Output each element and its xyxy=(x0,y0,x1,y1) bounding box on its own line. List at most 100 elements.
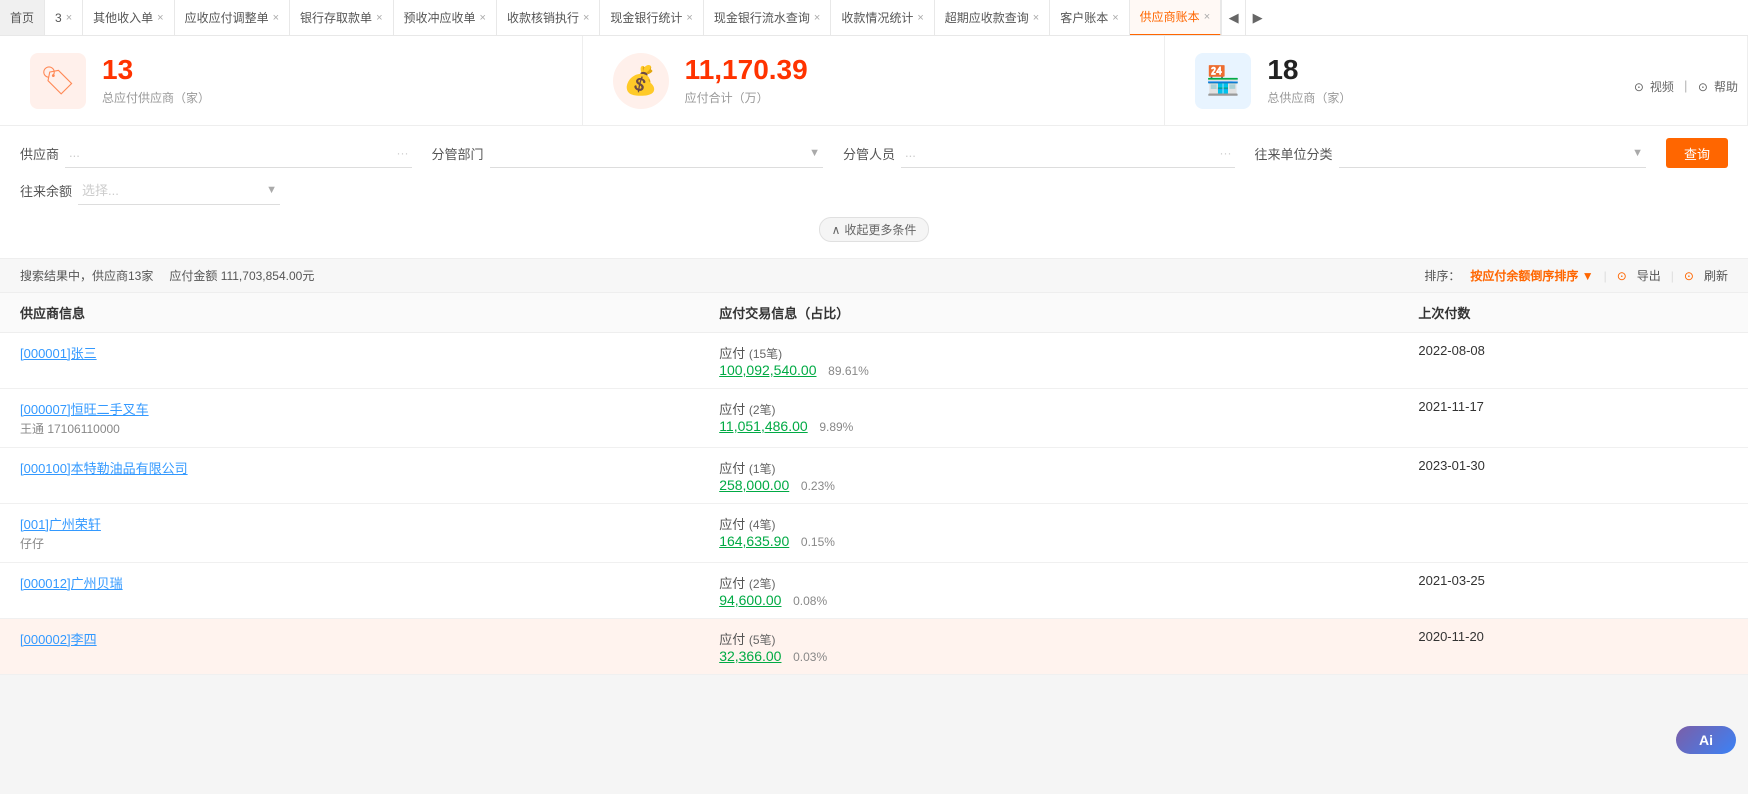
supplier-sub-1: 王通 17106110000 xyxy=(20,420,679,437)
summary-bar: 🏷 13 总应付供应商（家） 💰 11,170.39 应付合计（万） 🏪 18 … xyxy=(0,36,1748,126)
nav-tab-9[interactable]: 收款情况统计 × xyxy=(831,0,934,36)
tab-close-9[interactable]: × xyxy=(917,12,923,24)
amount-link-4[interactable]: 94,600.00 xyxy=(719,592,781,608)
nav-prev[interactable]: ◀ xyxy=(1221,0,1245,36)
tab-close-11[interactable]: × xyxy=(1112,12,1118,24)
tab-close-6[interactable]: × xyxy=(583,12,589,24)
tx-cell-4: 应付 (2笔) 94,600.00 0.08% xyxy=(699,563,1398,619)
tab-label-1: 3 xyxy=(55,11,62,25)
nav-tab-0[interactable]: 首页 xyxy=(0,0,45,36)
supplier-search-icon[interactable]: ··· xyxy=(394,146,412,160)
divider2: | xyxy=(1604,269,1607,283)
tab-close-7[interactable]: × xyxy=(686,12,692,24)
supplier-input[interactable] xyxy=(65,139,393,167)
nav-next[interactable]: ▶ xyxy=(1245,0,1269,36)
collapse-bar: ∧ 收起更多条件 xyxy=(20,213,1728,250)
sort-down-icon: ▼ xyxy=(1582,269,1594,283)
ai-badge[interactable]: Ai xyxy=(1676,726,1736,754)
filter-category: 往来单位分类 ▼ xyxy=(1255,139,1647,168)
tab-label-7: 现金银行统计 xyxy=(610,9,682,26)
divider3: | xyxy=(1671,269,1674,283)
tx-cell-5: 应付 (5笔) 32,366.00 0.03% xyxy=(699,619,1398,675)
refresh-button[interactable]: 刷新 xyxy=(1704,267,1728,284)
tab-close-1[interactable]: × xyxy=(66,12,72,24)
nav-tab-10[interactable]: 超期应收款查询 × xyxy=(935,0,1050,36)
category-input-wrapper: ▼ xyxy=(1339,139,1646,168)
tab-label-8: 现金银行流水查询 xyxy=(714,9,810,26)
summary-card-suppliers: 🏷 13 总应付供应商（家） xyxy=(0,36,583,125)
supplier-link-4[interactable]: [000012]广州贝瑞 xyxy=(20,576,123,591)
nav-tab-1[interactable]: 3 × xyxy=(45,0,83,36)
th-tx: 应付交易信息（占比） xyxy=(699,293,1398,333)
person-input[interactable] xyxy=(901,139,1216,167)
tx-amount-row-0: 100,092,540.00 89.61% xyxy=(719,362,1378,378)
summary-text-amount: 11,170.39 应付合计（万） xyxy=(685,55,808,107)
tab-close-10[interactable]: × xyxy=(1033,12,1039,24)
result-text1: 搜索结果中，供应商13家 xyxy=(20,267,153,284)
nav-tab-12[interactable]: 供应商账本 × xyxy=(1130,0,1221,36)
nav-tab-8[interactable]: 现金银行流水查询 × xyxy=(704,0,831,36)
supplier-link-2[interactable]: [000100]本特勒油品有限公司 xyxy=(20,461,188,476)
amount-link-1[interactable]: 11,051,486.00 xyxy=(719,418,808,434)
supplier-cell-1: [000007]恒旺二手叉车王通 17106110000 xyxy=(0,389,699,448)
nav-tab-3[interactable]: 应收应付调整单 × xyxy=(175,0,290,36)
supplier-link-0[interactable]: [000001]张三 xyxy=(20,346,97,361)
result-bar-left: 搜索结果中，供应商13家 应付金额 111,703,854.00元 xyxy=(20,267,314,284)
export-button[interactable]: 导出 xyxy=(1637,267,1661,284)
sort-label: 排序： xyxy=(1424,267,1460,284)
filter-bar: 供应商 ··· 分管部门 ▼ 分管人员 ··· xyxy=(0,126,1748,259)
filter-supplier: 供应商 ··· xyxy=(20,139,412,168)
collapse-button[interactable]: ∧ 收起更多条件 xyxy=(819,217,930,242)
filter-row-2: 往来余额 ▼ xyxy=(20,176,1728,205)
amount-link-0[interactable]: 100,092,540.00 xyxy=(719,362,816,378)
top-nav: 首页3 ×其他收入单 ×应收应付调整单 ×银行存取款单 ×预收冲应收单 ×收款核… xyxy=(0,0,1748,36)
amount-link-5[interactable]: 32,366.00 xyxy=(719,648,781,664)
amount-link-3[interactable]: 164,635.90 xyxy=(719,533,789,549)
table-row: [000002]李四 应付 (5笔) 32,366.00 0.03% 2020-… xyxy=(0,619,1748,675)
last-payment-cell-2: 2023-01-30 xyxy=(1398,448,1748,504)
last-payment-cell-1: 2021-11-17 xyxy=(1398,389,1748,448)
balance-dropdown-icon[interactable]: ▼ xyxy=(263,184,280,196)
tab-close-4[interactable]: × xyxy=(376,12,382,24)
table-row: [000100]本特勒油品有限公司 应付 (1笔) 258,000.00 0.2… xyxy=(0,448,1748,504)
sort-value[interactable]: 按应付余额倒序排序 ▼ xyxy=(1470,267,1593,284)
tab-close-5[interactable]: × xyxy=(480,12,486,24)
pct-5: 0.03% xyxy=(793,650,827,664)
balance-input[interactable] xyxy=(78,176,263,204)
tx-cell-2: 应付 (1笔) 258,000.00 0.23% xyxy=(699,448,1398,504)
table-row: [000001]张三 应付 (15笔) 100,092,540.00 89.61… xyxy=(0,333,1748,389)
tab-close-2[interactable]: × xyxy=(157,12,163,24)
search-button[interactable]: 查询 xyxy=(1666,138,1728,168)
supplier-link-5[interactable]: [000002]李四 xyxy=(20,632,97,647)
nav-tab-7[interactable]: 现金银行统计 × xyxy=(600,0,703,36)
supplier-link-3[interactable]: [001]广州荣轩 xyxy=(20,517,101,532)
nav-tab-2[interactable]: 其他收入单 × xyxy=(83,0,174,36)
nav-tab-4[interactable]: 银行存取款单 × xyxy=(290,0,393,36)
collapse-up-icon: ∧ xyxy=(832,223,841,237)
dept-dropdown-icon[interactable]: ▼ xyxy=(806,147,823,159)
last-payment-cell-4: 2021-03-25 xyxy=(1398,563,1748,619)
help-link[interactable]: 帮助 xyxy=(1714,78,1738,95)
person-search-icon[interactable]: ··· xyxy=(1217,146,1235,160)
category-input[interactable] xyxy=(1339,139,1630,167)
money-icon: 💰 xyxy=(613,53,669,109)
tx-cell-1: 应付 (2笔) 11,051,486.00 9.89% xyxy=(699,389,1398,448)
tab-label-12: 供应商账本 xyxy=(1140,8,1200,25)
pct-0: 89.61% xyxy=(828,364,869,378)
nav-tab-11[interactable]: 客户账本 × xyxy=(1050,0,1129,36)
pct-3: 0.15% xyxy=(801,535,835,549)
amount-link-2[interactable]: 258,000.00 xyxy=(719,477,789,493)
table-container: 供应商信息 应付交易信息（占比） 上次付数 [000001]张三 应付 (15笔… xyxy=(0,293,1748,675)
nav-tab-5[interactable]: 预收冲应收单 × xyxy=(394,0,497,36)
supplier-link-1[interactable]: [000007]恒旺二手叉车 xyxy=(20,402,149,417)
dept-input[interactable] xyxy=(490,139,807,167)
video-link[interactable]: 视频 xyxy=(1650,78,1674,95)
tab-close-8[interactable]: × xyxy=(814,12,820,24)
dept-label: 分管部门 xyxy=(432,144,484,163)
page-wrapper: 首页3 ×其他收入单 ×应收应付调整单 ×银行存取款单 ×预收冲应收单 ×收款核… xyxy=(0,0,1748,794)
payable-suppliers-label: 总应付供应商（家） xyxy=(102,89,210,106)
nav-tab-6[interactable]: 收款核销执行 × xyxy=(497,0,600,36)
tab-close-12[interactable]: × xyxy=(1204,11,1210,23)
tab-close-3[interactable]: × xyxy=(273,12,279,24)
category-dropdown-icon[interactable]: ▼ xyxy=(1629,147,1646,159)
